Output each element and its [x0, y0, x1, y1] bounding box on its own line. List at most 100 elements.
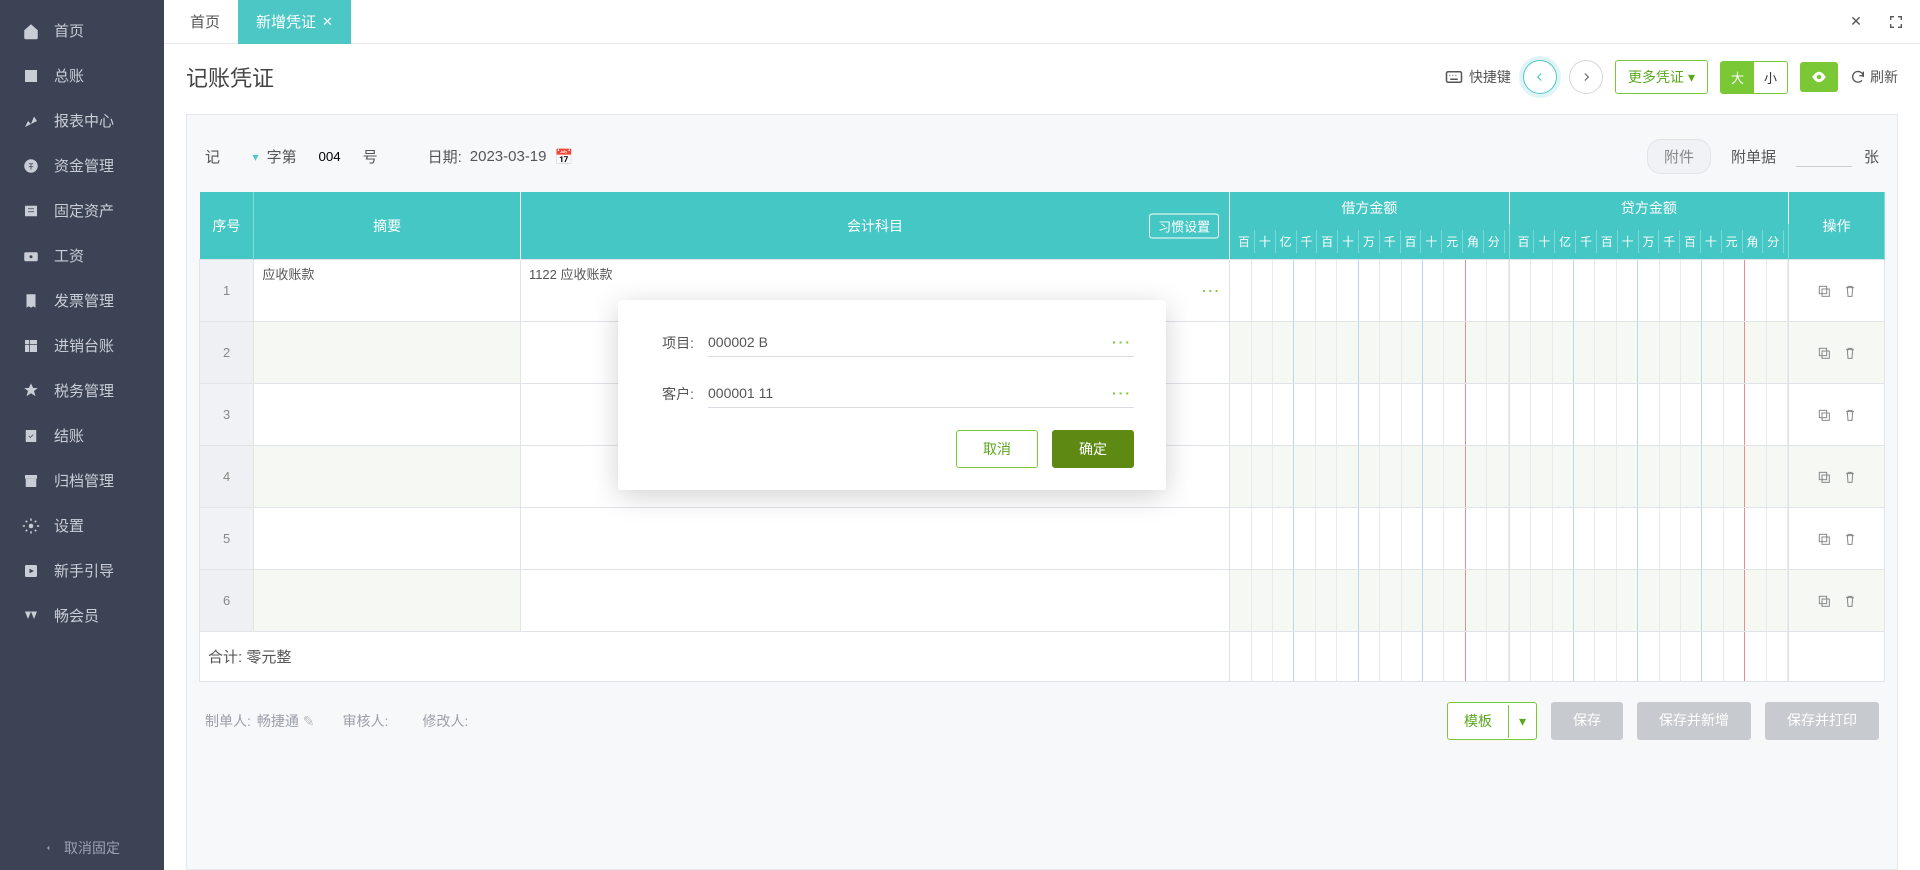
ellipsis-icon[interactable]: ··· [1112, 385, 1132, 401]
sidebar-item-salary[interactable]: 工资 [0, 233, 164, 278]
copy-row-icon[interactable] [1816, 593, 1832, 609]
calendar-icon[interactable]: 📅 [555, 148, 574, 166]
sidebar-item-home[interactable]: 首页 [0, 8, 164, 53]
debit-cell[interactable] [1230, 322, 1510, 384]
sidebar-item-settings[interactable]: 设置 [0, 503, 164, 548]
summary-cell[interactable] [254, 508, 521, 570]
delete-row-icon[interactable] [1842, 469, 1858, 485]
keyboard-icon [1445, 70, 1463, 84]
ellipsis-icon[interactable]: ··· [1202, 283, 1221, 298]
label-zidi: 字第 [267, 146, 297, 167]
save-new-button[interactable]: 保存并新增 [1637, 702, 1751, 740]
row-idx: 3 [200, 384, 254, 446]
save-print-button[interactable]: 保存并打印 [1765, 702, 1879, 740]
refresh-button[interactable]: 刷新 [1850, 67, 1898, 87]
row-idx: 5 [200, 508, 254, 570]
sidebar-item-tax[interactable]: 税务管理 [0, 368, 164, 413]
size-small-button[interactable]: 小 [1754, 62, 1787, 93]
debit-cell[interactable] [1230, 570, 1510, 632]
credit-cell[interactable] [1509, 384, 1789, 446]
page-title: 记账凭证 [186, 61, 274, 93]
more-vouchers-button[interactable]: 更多凭证▾ [1615, 60, 1708, 94]
credit-cell[interactable] [1509, 446, 1789, 508]
attachment-button[interactable]: 附件 [1647, 139, 1711, 174]
tab-new-voucher[interactable]: 新增凭证✕ [238, 0, 351, 44]
debit-cell[interactable] [1230, 260, 1510, 322]
tab-home[interactable]: 首页 [172, 0, 238, 44]
copy-row-icon[interactable] [1816, 531, 1832, 547]
copy-row-icon[interactable] [1816, 283, 1832, 299]
delete-row-icon[interactable] [1842, 283, 1858, 299]
shortcut-button[interactable]: 快捷键 [1445, 67, 1511, 87]
sidebar-item-stock[interactable]: 进销台账 [0, 323, 164, 368]
delete-row-icon[interactable] [1842, 407, 1858, 423]
copy-row-icon[interactable] [1816, 345, 1832, 361]
sidebar-item-label: 设置 [54, 515, 84, 536]
summary-cell[interactable] [254, 384, 521, 446]
sidebar-item-invoice[interactable]: 发票管理 [0, 278, 164, 323]
cancel-button[interactable]: 取消 [956, 430, 1038, 468]
sheets-input[interactable] [1796, 147, 1852, 167]
sidebar-item-vip[interactable]: 畅会员 [0, 593, 164, 638]
row-ops-cell [1789, 508, 1885, 570]
col-debit: 借方金额 [1230, 192, 1510, 224]
edit-maker-icon[interactable]: ✎ [303, 713, 315, 729]
summary-cell[interactable] [254, 446, 521, 508]
chevron-down-icon[interactable]: ▾ [1508, 705, 1536, 738]
project-input[interactable]: 000002 B··· [708, 328, 1134, 357]
summary-cell[interactable] [254, 322, 521, 384]
arrow-left-icon [1533, 70, 1547, 84]
customer-input[interactable]: 000001 11··· [708, 379, 1134, 408]
sidebar-item-fund[interactable]: 资金管理 [0, 143, 164, 188]
account-cell[interactable] [520, 508, 1229, 570]
modifier-field: 修改人: [422, 711, 474, 731]
sidebar-item-label: 畅会员 [54, 605, 99, 626]
table-row: 5 [200, 508, 1885, 570]
credit-cell[interactable] [1509, 260, 1789, 322]
sidebar-item-ledger[interactable]: 总账 [0, 53, 164, 98]
row-idx: 4 [200, 446, 254, 508]
close-icon[interactable]: ✕ [322, 14, 333, 30]
debit-cell[interactable] [1230, 446, 1510, 508]
habit-settings-button[interactable]: 习惯设置 [1149, 213, 1219, 238]
sidebar-item-close[interactable]: 结账 [0, 413, 164, 458]
chevron-down-icon: ▾ [1688, 69, 1695, 86]
ok-button[interactable]: 确定 [1052, 430, 1134, 468]
sidebar-pin-toggle[interactable]: 取消固定 [0, 826, 164, 870]
window-fullscreen-button[interactable] [1880, 6, 1912, 38]
copy-row-icon[interactable] [1816, 469, 1832, 485]
voucher-type-select[interactable]: 记 ▾ [205, 146, 259, 167]
preview-button[interactable] [1800, 62, 1838, 92]
window-close-button[interactable]: ✕ [1840, 6, 1872, 38]
debit-cell[interactable] [1230, 508, 1510, 570]
sidebar-item-guide[interactable]: 新手引导 [0, 548, 164, 593]
sidebar-item-asset[interactable]: 固定资产 [0, 188, 164, 233]
delete-row-icon[interactable] [1842, 345, 1858, 361]
save-button[interactable]: 保存 [1551, 702, 1623, 740]
sidebar-item-report[interactable]: 报表中心 [0, 98, 164, 143]
delete-row-icon[interactable] [1842, 593, 1858, 609]
account-cell[interactable] [520, 570, 1229, 632]
ellipsis-icon[interactable]: ··· [1112, 334, 1132, 350]
credit-cell[interactable] [1509, 322, 1789, 384]
copy-row-icon[interactable] [1816, 407, 1832, 423]
summary-cell[interactable] [254, 570, 521, 632]
credit-cell[interactable] [1509, 508, 1789, 570]
date-value[interactable]: 2023-03-19 [470, 148, 547, 165]
sidebar-item-label: 固定资产 [54, 200, 114, 221]
summary-cell[interactable]: 应收账款 [254, 260, 521, 322]
delete-row-icon[interactable] [1842, 531, 1858, 547]
voucher-number-input[interactable] [305, 147, 355, 167]
sidebar-item-archive[interactable]: 归档管理 [0, 458, 164, 503]
size-big-button[interactable]: 大 [1721, 62, 1754, 93]
next-voucher-button[interactable] [1569, 60, 1603, 94]
credit-cell[interactable] [1509, 570, 1789, 632]
salary-icon [22, 247, 40, 265]
credit-units: 百十亿千百十万千百十元角分 [1509, 224, 1789, 260]
prev-voucher-button[interactable] [1523, 60, 1557, 94]
template-button[interactable]: 模板▾ [1447, 702, 1537, 740]
debit-cell[interactable] [1230, 384, 1510, 446]
arrow-right-icon [1579, 70, 1593, 84]
vip-icon [22, 607, 40, 625]
asset-icon [22, 202, 40, 220]
